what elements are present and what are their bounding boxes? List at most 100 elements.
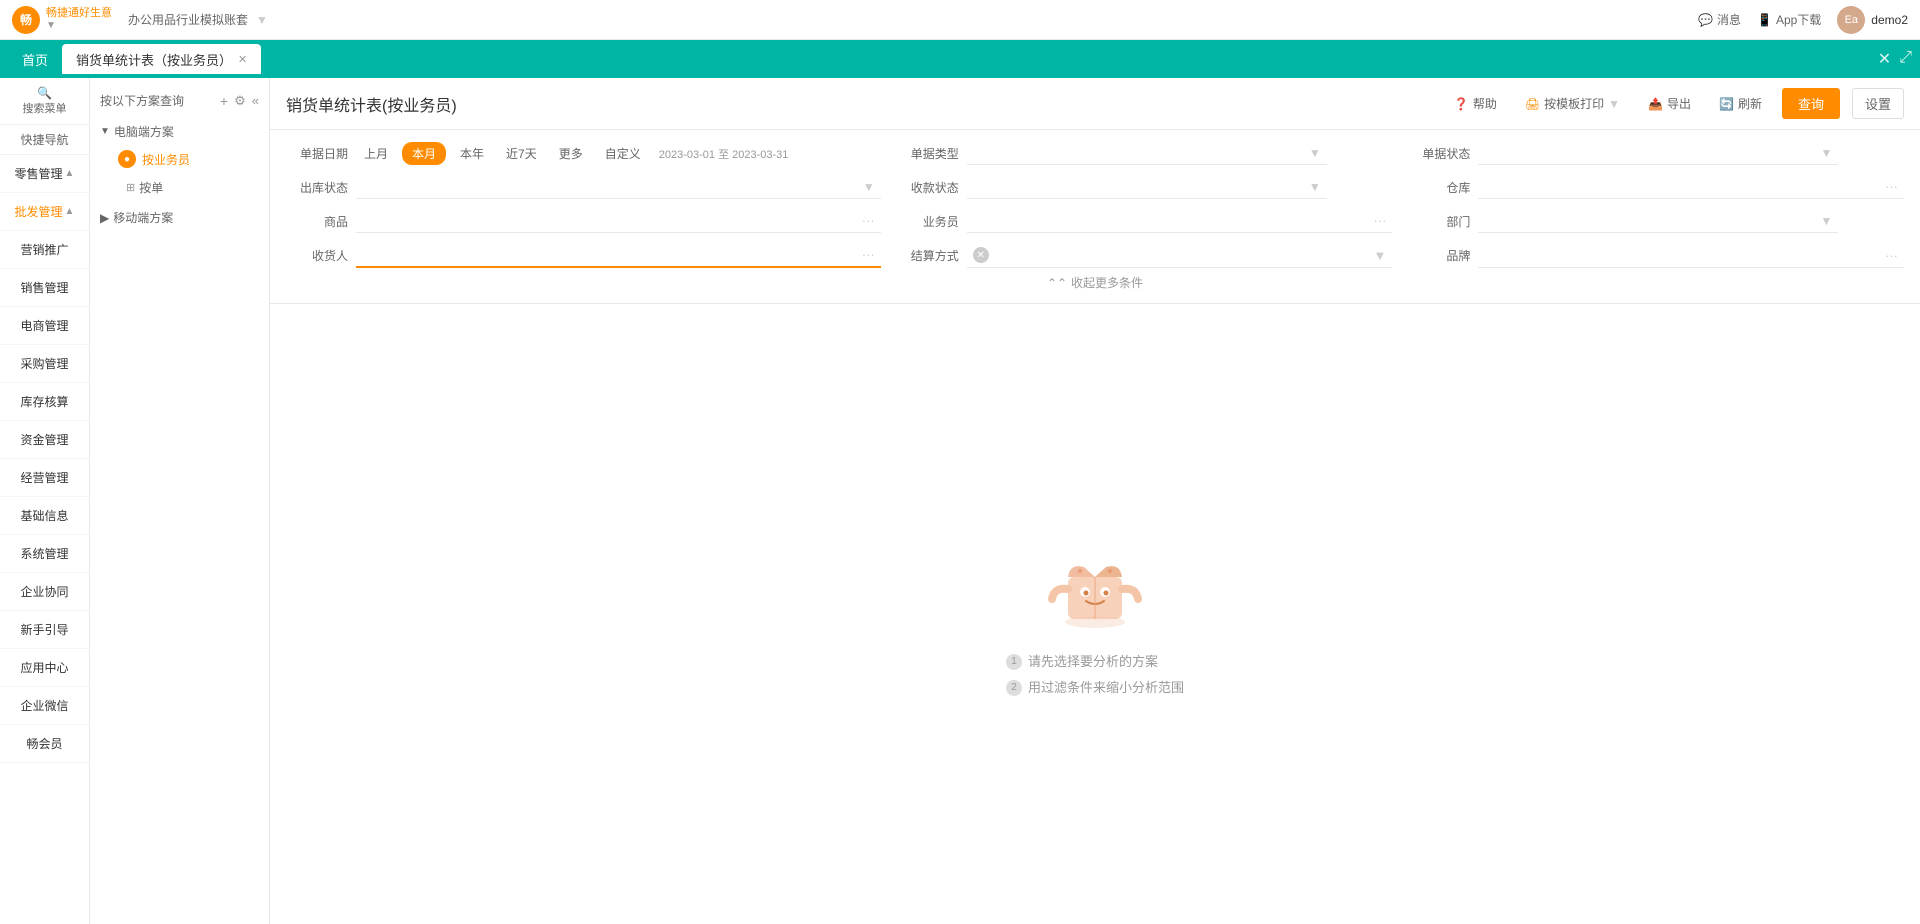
sidebar-quick-nav[interactable]: 快捷导航 — [0, 125, 89, 155]
scheme-group-desktop-title[interactable]: ▼ 电脑端方案 — [90, 119, 269, 144]
tab-sales-stat[interactable]: 销货单统计表（按业务员） ✕ — [62, 44, 261, 74]
settlement-clear-button[interactable]: ✕ — [973, 247, 989, 263]
doc-status-chevron-icon: ▼ — [1820, 146, 1832, 160]
scheme-group-mobile-label: 移动端方案 — [113, 209, 173, 226]
date-this-year[interactable]: 本年 — [452, 142, 492, 165]
sidebar-item-app-center[interactable]: 应用中心 — [0, 649, 89, 687]
receiver-input[interactable]: ··· — [356, 243, 881, 268]
sidebar-item-app-center-label: 应用中心 — [20, 659, 68, 676]
collapse-up-icon: ⌃⌃ — [1047, 276, 1067, 290]
receiver-label: 收货人 — [286, 247, 356, 264]
filter-brand-cell: 品牌 ··· — [1408, 244, 1904, 268]
sidebar-item-system[interactable]: 系统管理 — [0, 535, 89, 573]
sidebar-item-member-label: 畅会员 — [26, 735, 62, 752]
staff-input[interactable]: ··· — [967, 209, 1393, 233]
main-layout: 🔍 搜索菜单 快捷导航 零售管理 ▲ 批发管理 ▲ 营销推广 销售管理 电商管理… — [0, 78, 1920, 924]
sidebar-item-newbie[interactable]: 新手引导 — [0, 611, 89, 649]
doc-type-label: 单据类型 — [897, 145, 967, 162]
logo-icon: 畅 — [12, 6, 40, 34]
sidebar-item-enterprise[interactable]: 企业协同 — [0, 573, 89, 611]
sidebar-item-operation-label: 经营管理 — [20, 469, 68, 486]
date-custom[interactable]: 自定义 — [597, 142, 649, 165]
sidebar-item-basic[interactable]: 基础信息 — [0, 497, 89, 535]
settings-button[interactable]: 设置 — [1852, 88, 1904, 119]
tab-bar-right: ✕ ⤢ — [1878, 49, 1912, 69]
sub-item-by-order[interactable]: ⊞ 按单 — [90, 174, 269, 201]
date-range-display: 2023-03-01 至 2023-03-31 — [659, 146, 789, 162]
doc-status-dropdown[interactable]: ▼ — [1478, 142, 1838, 165]
tab-sales-stat-label: 销货单统计表（按业务员） — [76, 50, 232, 69]
sidebar-search-label: 搜索菜单 — [6, 100, 83, 116]
date-more[interactable]: 更多 — [551, 142, 591, 165]
sidebar-item-inventory[interactable]: 库存核算 — [0, 383, 89, 421]
tab-close-window-icon[interactable]: ✕ — [1878, 49, 1891, 69]
filter-dept-cell: 部门 ▼ — [1408, 210, 1904, 233]
print-dropdown-icon[interactable]: ▼ — [1608, 97, 1620, 111]
brand-input[interactable]: ··· — [1478, 244, 1904, 268]
sidebar-item-sales[interactable]: 销售管理 — [0, 269, 89, 307]
out-status-dropdown[interactable]: ▼ — [356, 176, 881, 199]
sidebar-item-ecommerce[interactable]: 电商管理 — [0, 307, 89, 345]
settlement-input[interactable]: ✕ ▼ — [967, 243, 1393, 268]
product-input[interactable]: ··· — [356, 209, 881, 233]
collapse-row: ⌃⌃ 收起更多条件 — [286, 274, 1904, 291]
date-last-month[interactable]: 上月 — [356, 142, 396, 165]
staff-dots-icon: ··· — [1373, 213, 1386, 228]
message-button[interactable]: 💬 消息 — [1698, 11, 1741, 28]
print-button[interactable]: 🖨 按模板打印 ▼ — [1517, 91, 1628, 116]
message-icon: 💬 — [1698, 13, 1713, 27]
logo-text: 畅捷通好生意 ▼ — [46, 7, 112, 32]
collapse-label: 收起更多条件 — [1071, 274, 1143, 291]
tab-close-icon[interactable]: ✕ — [238, 53, 247, 66]
settings-scheme-icon[interactable]: ⚙ — [234, 93, 246, 109]
tip-text-2: 用过滤条件来缩小分析范围 — [1028, 675, 1184, 701]
app-download-button[interactable]: 📱 App下载 — [1757, 11, 1821, 28]
print-label: 按模板打印 — [1544, 95, 1604, 112]
sidebar-item-marketing[interactable]: 营销推广 — [0, 231, 89, 269]
empty-tip-1: 1 请先选择要分析的方案 — [1006, 649, 1184, 675]
chevron-up-icon: ▲ — [65, 206, 75, 217]
filter-row-4: 收货人 ··· 结算方式 ✕ ▼ 品牌 ··· — [286, 243, 1904, 268]
collapse-panel-icon[interactable]: « — [252, 93, 259, 109]
sidebar-item-purchase[interactable]: 采购管理 — [0, 345, 89, 383]
export-button[interactable]: 📤 导出 — [1640, 91, 1699, 116]
filter-warehouse-cell: 仓库 ··· — [1408, 175, 1904, 199]
top-nav: 畅 畅捷通好生意 ▼ 办公用品行业模拟账套 ▼ 💬 消息 📱 App下载 Ea … — [0, 0, 1920, 40]
tab-home[interactable]: 首页 — [8, 44, 62, 74]
breadcrumb-app: 办公用品行业模拟账套 — [128, 11, 248, 28]
query-button[interactable]: 查询 — [1782, 88, 1840, 119]
filter-date-cell: 单据日期 上月 本月 本年 近7天 更多 自定义 2023-03-01 至 20… — [286, 142, 881, 165]
refresh-button[interactable]: 🔄 刷新 — [1711, 91, 1770, 116]
date-label: 单据日期 — [286, 145, 356, 162]
triangle-right-icon: ▶ — [100, 211, 109, 225]
scheme-group-mobile-title[interactable]: ▶ 移动端方案 — [90, 205, 269, 230]
scheme-item-by-staff[interactable]: ● 按业务员 — [90, 144, 269, 174]
user-menu[interactable]: Ea demo2 — [1837, 6, 1908, 34]
add-scheme-icon[interactable]: + — [220, 93, 228, 109]
sidebar-item-finance[interactable]: 资金管理 — [0, 421, 89, 459]
collapse-button[interactable]: ⌃⌃ 收起更多条件 — [1047, 274, 1143, 291]
doc-type-chevron-icon: ▼ — [1309, 146, 1321, 160]
sidebar-search[interactable]: 🔍 搜索菜单 — [0, 78, 89, 125]
page-title: 销货单统计表(按业务员) — [286, 92, 457, 116]
breadcrumb-dropdown-icon[interactable]: ▼ — [256, 13, 268, 27]
warehouse-input[interactable]: ··· — [1478, 175, 1904, 199]
sidebar-item-enterprise-label: 企业协同 — [20, 583, 68, 600]
date-this-month[interactable]: 本月 — [402, 142, 446, 165]
tab-expand-icon[interactable]: ⤢ — [1899, 49, 1912, 69]
sidebar-item-finance-label: 资金管理 — [20, 431, 68, 448]
sidebar-item-purchase-label: 采购管理 — [20, 355, 68, 372]
payment-status-chevron-icon: ▼ — [1309, 180, 1321, 194]
sidebar-item-member[interactable]: 畅会员 — [0, 725, 89, 763]
sidebar-item-wholesale[interactable]: 批发管理 ▲ — [0, 193, 89, 231]
help-button[interactable]: ❓ 帮助 — [1446, 91, 1505, 116]
payment-status-dropdown[interactable]: ▼ — [967, 176, 1327, 199]
sidebar-item-retail[interactable]: 零售管理 ▲ — [0, 155, 89, 193]
sidebar-item-corp-wechat-label: 企业微信 — [20, 697, 68, 714]
staff-label: 业务员 — [897, 213, 967, 230]
doc-type-dropdown[interactable]: ▼ — [967, 142, 1327, 165]
sidebar-item-operation[interactable]: 经营管理 — [0, 459, 89, 497]
date-last-7days[interactable]: 近7天 — [498, 142, 545, 165]
dept-dropdown[interactable]: ▼ — [1478, 210, 1838, 233]
sidebar-item-corp-wechat[interactable]: 企业微信 — [0, 687, 89, 725]
